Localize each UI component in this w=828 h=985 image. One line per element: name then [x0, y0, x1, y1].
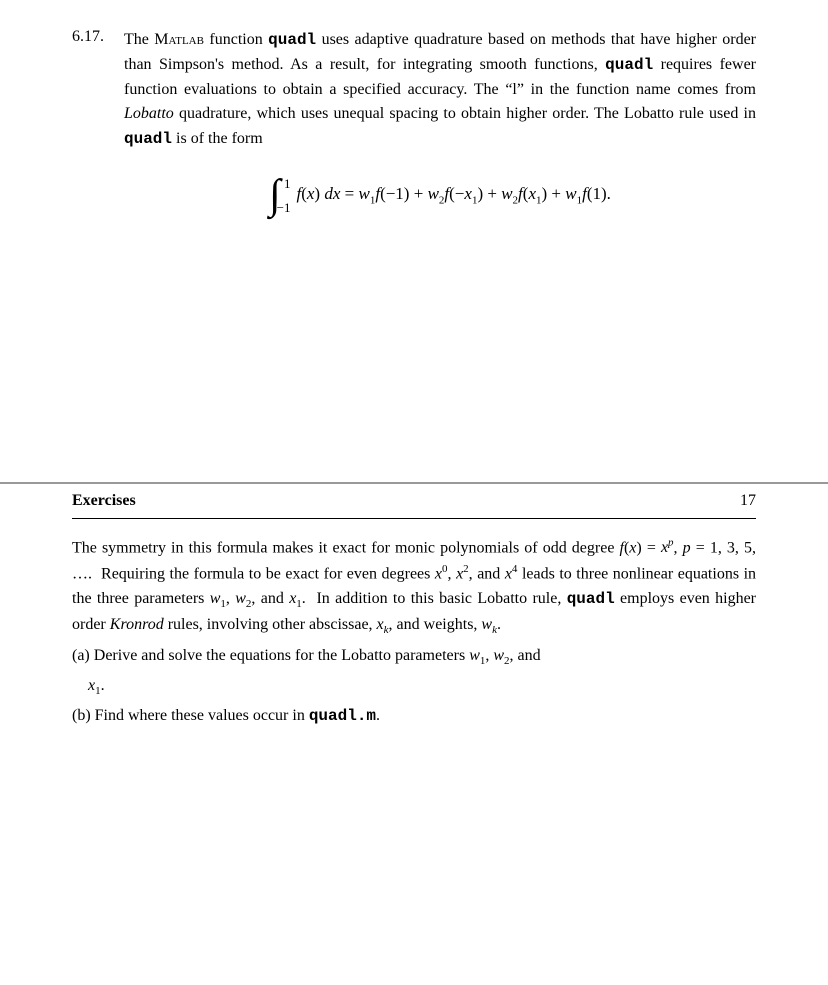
quadl-code-2: quadl — [605, 56, 653, 74]
quadl-code-3: quadl — [124, 130, 172, 148]
lobatto-italic: Lobatto — [124, 105, 174, 122]
integral-symbol: ∫ — [269, 174, 281, 216]
formula-block: ∫1−1 f(x) dx = w1f(−1) + w2f(−x1) + w2f(… — [124, 174, 756, 216]
exercises-body: The symmetry in this formula makes it ex… — [72, 535, 756, 729]
problem-number: 6.17. — [72, 28, 124, 234]
problem-text: The Matlab function quadl uses adaptive … — [124, 28, 756, 234]
exercises-part-b: (b) Find where these values occur in qua… — [72, 704, 756, 729]
upper-section: 6.17. The Matlab function quadl uses ada… — [0, 0, 828, 262]
problem-paragraph: The Matlab function quadl uses adaptive … — [124, 28, 756, 152]
integral-content: f(x) dx = w1f(−1) + w2f(−x1) + w2f(x1) +… — [296, 181, 610, 209]
page-container: 6.17. The Matlab function quadl uses ada… — [0, 0, 828, 985]
spacer-section — [0, 262, 828, 482]
exercises-label: Exercises — [72, 492, 136, 510]
integral-upper: 1 — [284, 174, 291, 194]
problem-block: 6.17. The Matlab function quadl uses ada… — [72, 28, 756, 234]
exercises-paragraph-1: The symmetry in this formula makes it ex… — [72, 535, 756, 640]
exercises-part-a-line2: x1. — [72, 674, 756, 700]
lower-section: Exercises 17 The symmetry in this formul… — [0, 484, 828, 761]
exercises-part-a-line1: (a) Derive and solve the equations for t… — [72, 644, 756, 670]
formula-inner: ∫1−1 f(x) dx = w1f(−1) + w2f(−x1) + w2f(… — [269, 174, 611, 216]
quadl-m-code: quadl.m — [309, 707, 376, 725]
exercises-header: Exercises 17 — [72, 484, 756, 519]
matlab-label: Matlab — [154, 31, 204, 48]
page-number: 17 — [740, 492, 756, 510]
quadl-code-4: quadl — [567, 590, 615, 608]
quadl-code-1: quadl — [268, 31, 316, 49]
